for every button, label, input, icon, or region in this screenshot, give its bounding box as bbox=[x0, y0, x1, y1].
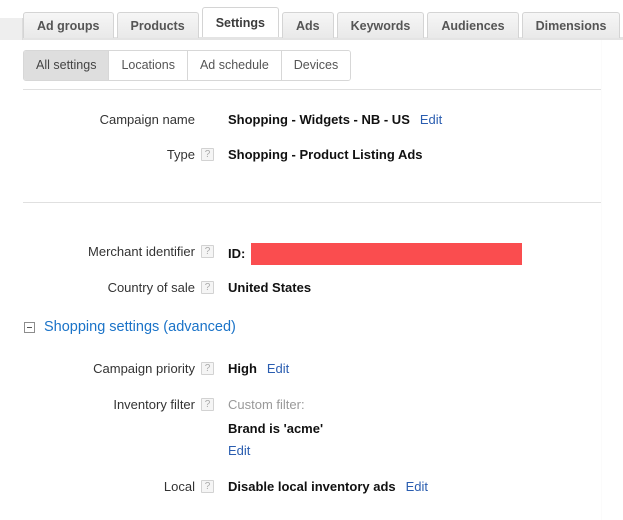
tab-settings[interactable]: Settings bbox=[202, 7, 279, 37]
value-col-campaign-name: Shopping - Widgets - NB - US Edit bbox=[228, 111, 442, 129]
shopping-settings-advanced-label: Shopping settings (advanced) bbox=[44, 318, 236, 336]
row-campaign-priority: Campaign priority ? High Edit bbox=[0, 360, 289, 378]
subtab-locations[interactable]: Locations bbox=[109, 51, 188, 80]
value-col-inventory-filter: Custom filter: Brand is 'acme' Edit bbox=[228, 396, 323, 460]
help-icon-merchant-identifier[interactable]: ? bbox=[201, 245, 214, 258]
edit-campaign-name-link[interactable]: Edit bbox=[420, 112, 442, 127]
label-merchant-identifier: Merchant identifier bbox=[0, 243, 195, 261]
content-right-edge bbox=[601, 40, 602, 520]
subtab-locations-label: Locations bbox=[121, 58, 175, 72]
tab-bar-left-cap bbox=[0, 18, 23, 40]
subtab-ad-schedule-label: Ad schedule bbox=[200, 58, 269, 72]
row-inventory-filter: Inventory filter ? Custom filter: Brand … bbox=[0, 396, 323, 460]
value-type: Shopping - Product Listing Ads bbox=[228, 147, 423, 162]
sub-tab-bar: All settings Locations Ad schedule Devic… bbox=[23, 50, 351, 81]
label-country-of-sale: Country of sale bbox=[0, 279, 195, 297]
tab-keywords-label: Keywords bbox=[351, 19, 411, 33]
tab-products-label: Products bbox=[131, 19, 185, 33]
value-local: Disable local inventory ads bbox=[228, 479, 396, 494]
value-campaign-priority: High bbox=[228, 361, 257, 376]
value-col-local: Disable local inventory ads Edit bbox=[228, 478, 428, 496]
shopping-settings-advanced-toggle[interactable]: Shopping settings (advanced) bbox=[24, 318, 236, 336]
value-country-of-sale: United States bbox=[228, 280, 311, 295]
subtab-devices[interactable]: Devices bbox=[282, 51, 350, 80]
subtab-all-settings[interactable]: All settings bbox=[24, 51, 109, 80]
value-col-campaign-priority: High Edit bbox=[228, 360, 289, 378]
help-icon-country-of-sale[interactable]: ? bbox=[201, 281, 214, 294]
tab-ad-groups-label: Ad groups bbox=[37, 19, 100, 33]
main-tab-bar: Ad groups Products Settings Ads Keywords… bbox=[0, 0, 623, 40]
row-local: Local ? Disable local inventory ads Edit bbox=[0, 478, 428, 496]
tab-settings-label: Settings bbox=[216, 16, 265, 30]
value-campaign-name: Shopping - Widgets - NB - US bbox=[228, 112, 410, 127]
tab-dimensions[interactable]: Dimensions bbox=[522, 12, 621, 38]
edit-inventory-filter-link[interactable]: Edit bbox=[228, 442, 323, 460]
help-icon-campaign-priority[interactable]: ? bbox=[201, 362, 214, 375]
divider-middle bbox=[23, 202, 601, 203]
tab-products[interactable]: Products bbox=[117, 12, 199, 38]
subtab-ad-schedule[interactable]: Ad schedule bbox=[188, 51, 282, 80]
tab-ads-label: Ads bbox=[296, 19, 320, 33]
tab-ad-groups[interactable]: Ad groups bbox=[23, 12, 114, 38]
help-icon-local[interactable]: ? bbox=[201, 480, 214, 493]
edit-local-link[interactable]: Edit bbox=[406, 479, 428, 494]
label-local: Local bbox=[0, 478, 195, 496]
row-type: Type ? Shopping - Product Listing Ads bbox=[0, 146, 423, 164]
help-icon-inventory-filter[interactable]: ? bbox=[201, 398, 214, 411]
row-country-of-sale: Country of sale ? United States bbox=[0, 279, 311, 297]
row-merchant-identifier: Merchant identifier ? ID: bbox=[0, 243, 522, 265]
value-col-country-of-sale: United States bbox=[228, 279, 311, 297]
divider-top bbox=[23, 89, 601, 90]
help-icon-type[interactable]: ? bbox=[201, 148, 214, 161]
main-tab-list: Ad groups Products Settings Ads Keywords… bbox=[23, 7, 623, 37]
value-col-merchant-identifier: ID: bbox=[228, 243, 522, 265]
merchant-id-prefix: ID: bbox=[228, 245, 245, 263]
tab-keywords[interactable]: Keywords bbox=[337, 12, 425, 38]
subtab-all-settings-label: All settings bbox=[36, 58, 96, 72]
tab-dimensions-label: Dimensions bbox=[536, 19, 607, 33]
value-col-type: Shopping - Product Listing Ads bbox=[228, 146, 423, 164]
label-inventory-filter: Inventory filter bbox=[0, 396, 195, 414]
edit-campaign-priority-link[interactable]: Edit bbox=[267, 361, 289, 376]
subtab-devices-label: Devices bbox=[294, 58, 338, 72]
collapse-minus-icon[interactable] bbox=[24, 322, 35, 333]
merchant-id-line: ID: bbox=[228, 243, 522, 265]
tab-audiences-label: Audiences bbox=[441, 19, 504, 33]
inventory-filter-caption: Custom filter: bbox=[228, 396, 323, 414]
merchant-id-redaction-bar bbox=[251, 243, 522, 265]
label-campaign-priority: Campaign priority bbox=[0, 360, 195, 378]
row-campaign-name: Campaign name Shopping - Widgets - NB - … bbox=[0, 111, 442, 129]
tab-ads[interactable]: Ads bbox=[282, 12, 334, 38]
label-type: Type bbox=[0, 146, 195, 164]
tab-audiences[interactable]: Audiences bbox=[427, 12, 518, 38]
label-campaign-name: Campaign name bbox=[0, 111, 195, 129]
inventory-filter-expression: Brand is 'acme' bbox=[228, 420, 323, 438]
